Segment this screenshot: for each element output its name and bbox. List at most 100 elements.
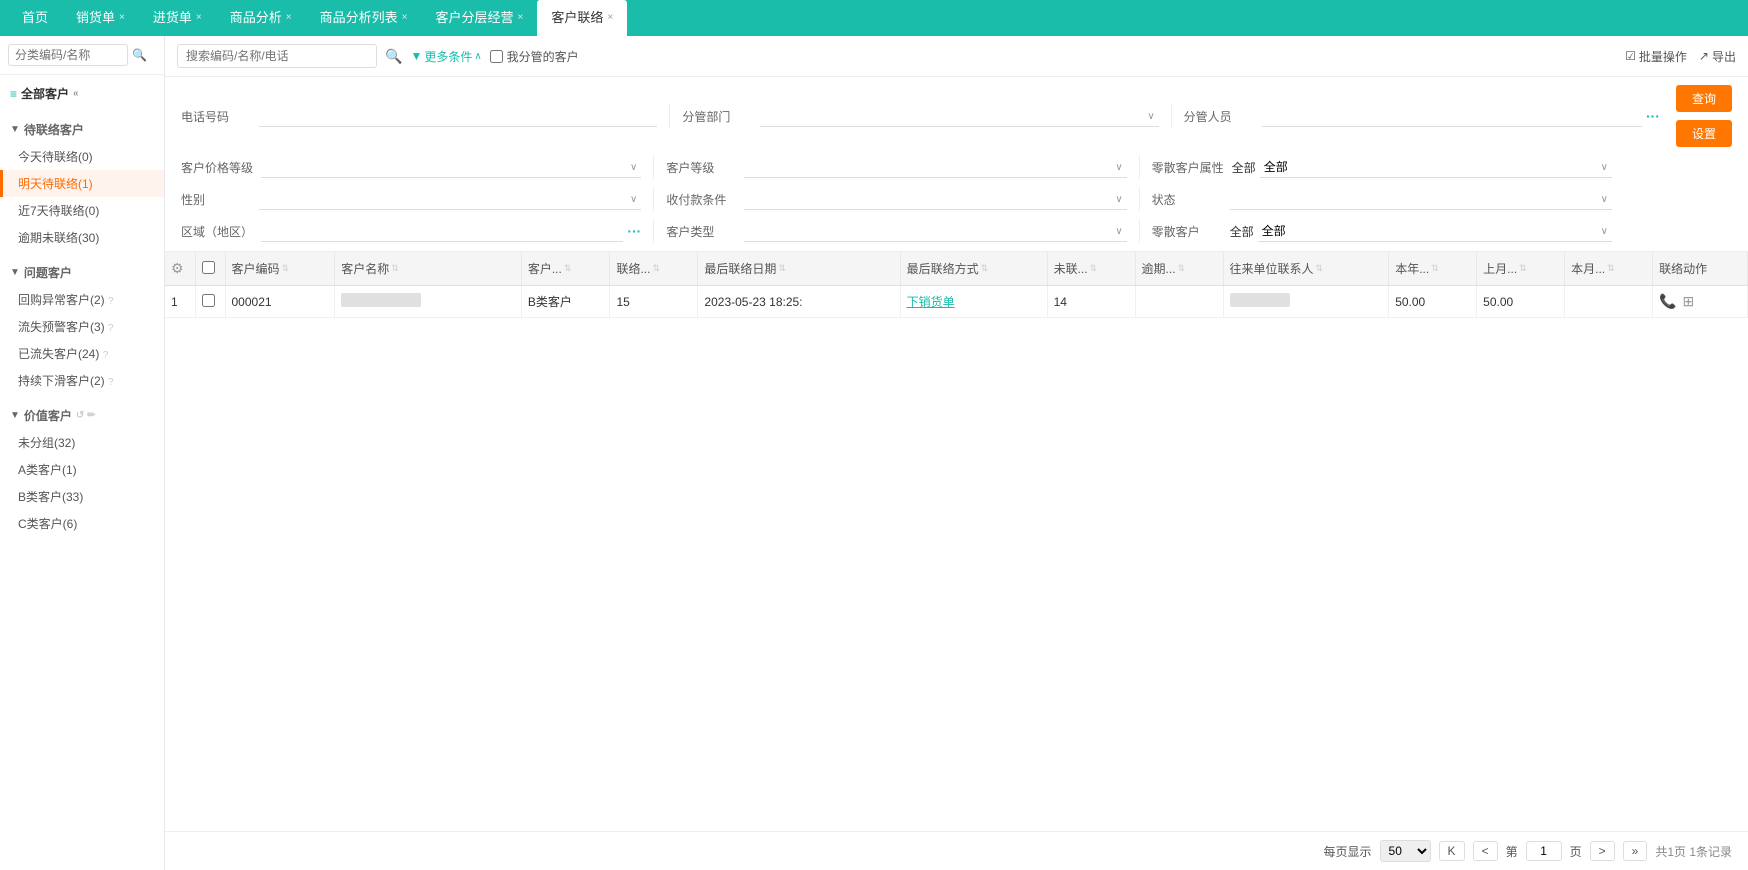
per-page-select[interactable]: 50 100 200 [1380,840,1431,862]
th-name: 客户名称 ⇅ [335,252,522,286]
region-input[interactable] [261,221,623,242]
sort-name-icon[interactable]: ⇅ [391,263,399,274]
th-gear: ⚙ [165,252,195,286]
sidebar-problem-title[interactable]: ▼ 问题客户 [0,259,164,286]
my-customers-checkbox[interactable] [490,50,503,63]
sidebar-item-overdue-contact[interactable]: 逾期未联络(30) [0,224,164,251]
filter-more-btn[interactable]: ▼ 更多条件 ∧ [410,48,481,65]
sidebar-pending-contact-title[interactable]: ▼ 待联络客户 [0,116,164,143]
row-action-grid-icon[interactable]: ⊞ [1683,293,1695,310]
row-action-phone-icon[interactable]: 📞 [1659,293,1676,310]
row-select-checkbox-1[interactable] [202,294,215,307]
filter-divider-7 [653,219,654,243]
person-input[interactable] [1262,106,1642,127]
export-icon: ↗ [1699,49,1709,63]
sort-last-date-icon[interactable]: ⇅ [778,263,786,274]
filter-divider-6 [1139,187,1140,211]
customer-type-select[interactable] [744,221,1126,242]
sidebar-item-class-a[interactable]: A类客户(1) [0,456,164,483]
status-select[interactable] [1230,189,1612,210]
sort-last-month-icon[interactable]: ⇅ [1519,263,1527,274]
nav-sales-order[interactable]: 销货单 × [62,0,139,36]
sort-category-icon[interactable]: ⇅ [564,263,572,274]
sort-contact-person-icon[interactable]: ⇅ [1316,263,1324,274]
sidebar-item-churn-warning[interactable]: 流失预警客户(3) ? [0,313,164,340]
filter-dept: 分管部门 [682,106,1158,127]
sidebar-value-title[interactable]: ▼ 价值客户 ↺ ✏ [0,402,164,429]
th-action: 联络动作 [1653,252,1748,286]
filter-panel: 电话号码 分管部门 分管人员 ··· 查询 [165,77,1748,252]
phone-input[interactable] [259,106,657,127]
query-button[interactable]: 查询 [1676,85,1732,112]
nav-close-customer-contact[interactable]: × [607,0,613,36]
sort-method-icon[interactable]: ⇅ [981,263,989,274]
nav-product-analysis[interactable]: 商品分析 × [216,0,306,36]
th-contact-count: 联络... ⇅ [610,252,698,286]
first-page-btn[interactable]: K [1439,841,1465,861]
row-category-1: B类客户 [521,286,610,318]
nav-close-product-analysis[interactable]: × [286,0,292,36]
price-grade-select[interactable] [261,157,641,178]
sidebar-all-customers-title[interactable]: ≡ 全部客户 « [0,79,164,108]
sidebar-item-ungrouped[interactable]: 未分组(32) [0,429,164,456]
filter-divider-2 [1171,104,1172,128]
nav-close-purchase-order[interactable]: × [196,0,202,36]
sidebar-item-7days-contact[interactable]: 近7天待联络(0) [0,197,164,224]
sidebar-problem-customers: ▼ 问题客户 回购异常客户(2) ? 流失预警客户(3) ? 已流失客户(24)… [0,255,164,398]
last-contact-method-link[interactable]: 下销货单 [907,295,955,309]
retail-attr-select[interactable]: 全部 [1260,157,1612,178]
sort-year-icon[interactable]: ⇅ [1431,263,1439,274]
main-layout: 🔍 ≡ 全部客户 « ▼ 待联络客户 今天待联络(0) 明天待联络(1) 近7天… [0,36,1748,870]
dept-select[interactable] [760,106,1158,127]
retail-select[interactable]: 全部 [1258,221,1612,242]
table-header: ⚙ 客户编码 ⇅ 客户名称 [165,252,1748,286]
filter-divider-3 [653,155,654,179]
gender-select[interactable] [259,189,641,210]
search-input[interactable] [177,44,377,68]
prev-page-btn[interactable]: < [1473,841,1498,861]
person-more-btn[interactable]: ··· [1646,108,1660,124]
problem-arrow-icon: ▼ [10,267,20,278]
page-number-input[interactable] [1526,841,1562,861]
sidebar-item-declining[interactable]: 持续下滑客户(2) ? [0,367,164,394]
row-no-contact-1: 14 [1047,286,1135,318]
sidebar-item-repurchase-abnormal[interactable]: 回购异常客户(2) ? [0,286,164,313]
nav-home[interactable]: 首页 [8,0,62,36]
export-btn[interactable]: ↗ 导出 [1699,48,1736,65]
sort-this-month-icon[interactable]: ⇅ [1607,263,1615,274]
region-more-btn[interactable]: ··· [627,223,641,239]
my-customers-checkbox-label[interactable]: 我分管的客户 [490,48,579,65]
sidebar-item-class-c[interactable]: C类客户(6) [0,510,164,537]
select-all-checkbox[interactable] [202,261,215,274]
th-code: 客户编码 ⇅ [225,252,335,286]
sidebar-search-icon[interactable]: 🔍 [132,48,147,62]
nav-close-customer-stratification[interactable]: × [517,0,523,36]
sort-code-icon[interactable]: ⇅ [282,263,290,274]
nav-purchase-order[interactable]: 进货单 × [139,0,216,36]
row-last-method-1: 下销货单 [900,286,1047,318]
row-this-month-1 [1565,286,1653,318]
nav-customer-stratification[interactable]: 客户分层经营 × [421,0,537,36]
nav-close-sales-order[interactable]: × [119,0,125,36]
nav-customer-contact[interactable]: 客户联络 × [537,0,627,36]
payment-select[interactable] [744,189,1126,210]
next-page-btn[interactable]: > [1590,841,1615,861]
row-last-date-1: 2023-05-23 18:25: [698,286,900,318]
customer-grade-select[interactable] [744,157,1126,178]
reset-button[interactable]: 设置 [1676,120,1732,147]
nav-close-product-analysis-list[interactable]: × [402,0,408,36]
sidebar-search-input[interactable] [8,44,128,66]
gear-settings-icon[interactable]: ⚙ [171,260,184,276]
header-row: ⚙ 客户编码 ⇅ 客户名称 [165,252,1748,286]
search-icon[interactable]: 🔍 [385,48,402,65]
sort-no-contact-icon[interactable]: ⇅ [1090,263,1098,274]
last-page-btn[interactable]: » [1623,841,1648,861]
sidebar-item-churned[interactable]: 已流失客户(24) ? [0,340,164,367]
sidebar-item-class-b[interactable]: B类客户(33) [0,483,164,510]
sort-overdue-icon[interactable]: ⇅ [1178,263,1186,274]
batch-ops-btn[interactable]: ☑ 批量操作 [1625,48,1687,65]
sort-contact-count-icon[interactable]: ⇅ [652,263,660,274]
sidebar-item-tomorrow-contact[interactable]: 明天待联络(1) [0,170,164,197]
sidebar-item-today-contact[interactable]: 今天待联络(0) [0,143,164,170]
nav-product-analysis-list[interactable]: 商品分析列表 × [306,0,422,36]
